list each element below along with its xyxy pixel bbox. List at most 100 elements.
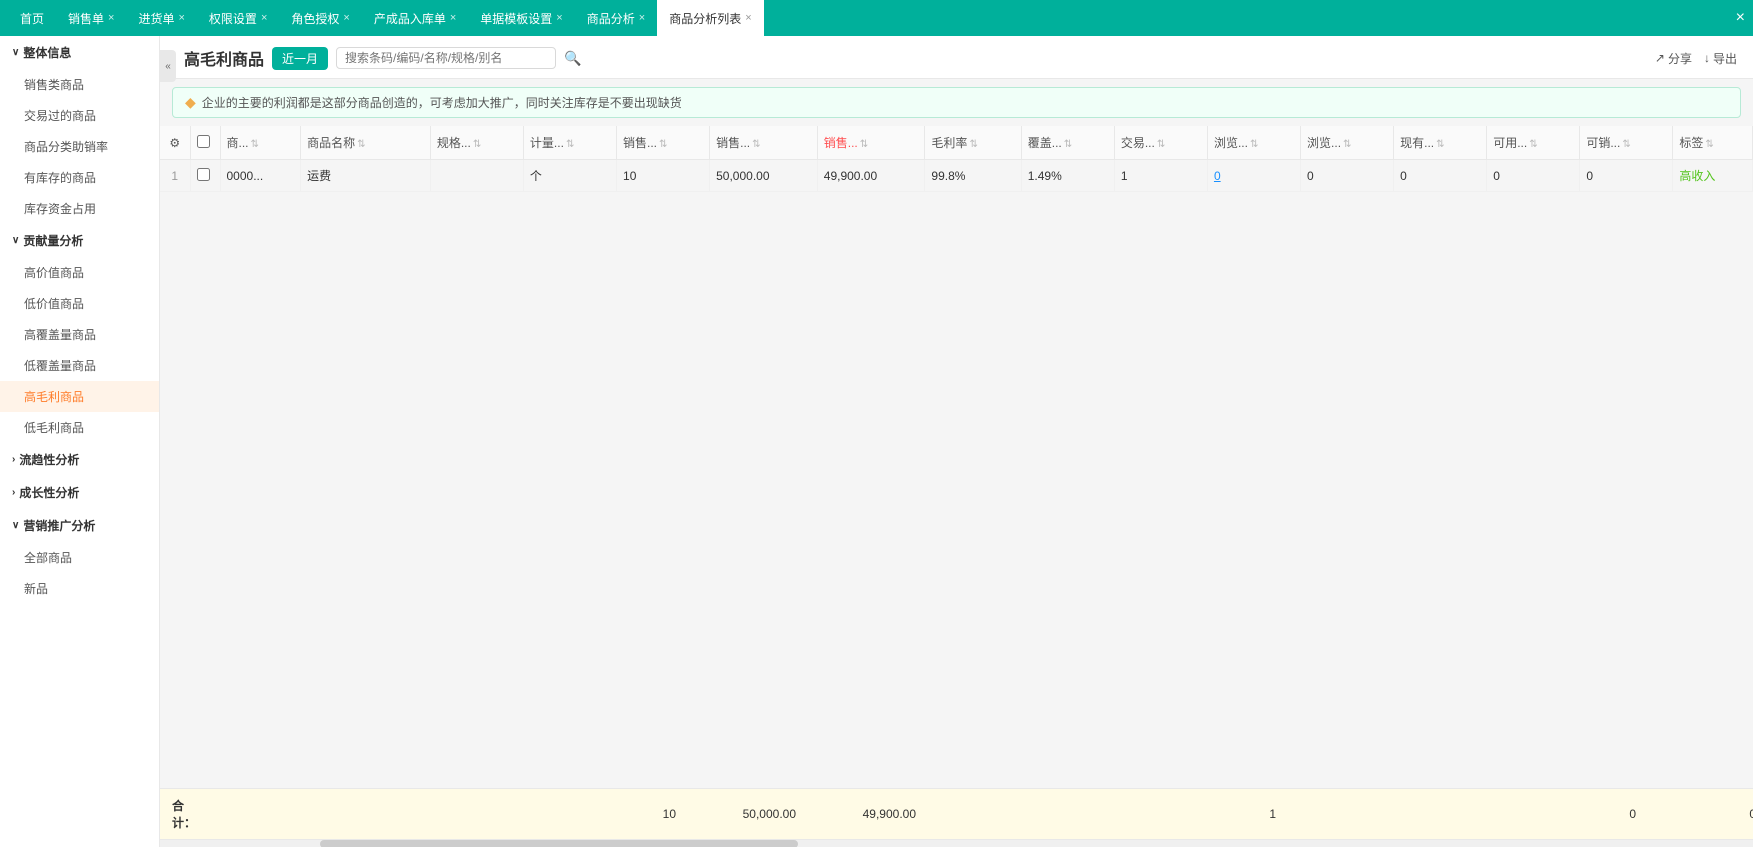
sidebar-item-high-margin[interactable]: 高毛利商品 xyxy=(0,381,159,412)
footer-sales-qty: 10 xyxy=(616,807,676,821)
sidebar-item-high-coverage[interactable]: 高覆盖量商品 xyxy=(0,319,159,350)
row-sales-cost: 49,900.00 xyxy=(817,160,925,192)
page-title: 高毛利商品 xyxy=(184,46,264,70)
col-trade[interactable]: 交易...⇅ xyxy=(1114,126,1207,160)
sidebar-item-low-coverage[interactable]: 低覆盖量商品 xyxy=(0,350,159,381)
col-tag[interactable]: 标签⇅ xyxy=(1673,126,1753,160)
table-header-row: ⚙ 商...⇅ 商品名称⇅ 规格...⇅ 计量...⇅ 销售...⇅ 销售...… xyxy=(160,126,1753,160)
horizontal-scrollbar[interactable] xyxy=(160,839,1753,847)
col-sellable[interactable]: 可销...⇅ xyxy=(1580,126,1673,160)
row-sales-qty: 10 xyxy=(617,160,710,192)
nav-permission-settings[interactable]: 权限设置 × xyxy=(197,0,279,36)
col-view2[interactable]: 浏览...⇅ xyxy=(1301,126,1394,160)
nav-home[interactable]: 首页 xyxy=(8,0,56,36)
arrow-trend: › xyxy=(12,454,15,465)
row-sales-amount: 50,000.00 xyxy=(710,160,818,192)
nav-product-analysis[interactable]: 商品分析 × xyxy=(575,0,657,36)
sidebar-item-stock-capital[interactable]: 库存资金占用 xyxy=(0,193,159,224)
nav-close-analysis-list[interactable]: × xyxy=(745,12,751,24)
footer-sales-cost: 49,900.00 xyxy=(856,807,916,821)
col-current-stock[interactable]: 现有...⇅ xyxy=(1394,126,1487,160)
arrow-growth: › xyxy=(12,487,15,498)
nav-close-template[interactable]: × xyxy=(556,12,562,24)
sidebar-section-growth[interactable]: › 成长性分析 xyxy=(0,476,159,509)
nav-purchase-order[interactable]: 进货单 × xyxy=(126,0,196,36)
sidebar-item-high-value[interactable]: 高价值商品 xyxy=(0,257,159,288)
filter-recent-month-btn[interactable]: 近一月 xyxy=(272,47,328,70)
footer-available: 0 xyxy=(1696,807,1753,821)
sidebar-item-all-goods[interactable]: 全部商品 xyxy=(0,542,159,573)
footer-sales-amount: 50,000.00 xyxy=(736,807,796,821)
row-name: 运费 xyxy=(301,160,431,192)
row-code: 0000... xyxy=(220,160,301,192)
sidebar-item-in-stock[interactable]: 有库存的商品 xyxy=(0,162,159,193)
col-gross-margin[interactable]: 毛利率⇅ xyxy=(925,126,1021,160)
sidebar-collapse-btn[interactable]: « xyxy=(160,50,176,82)
sidebar-section-overall[interactable]: ∨ 整体信息 xyxy=(0,36,159,69)
search-input[interactable] xyxy=(336,47,556,69)
content-area: « 高毛利商品 近一月 🔍 ↗ 分享 ↓ 导出 ◆ 企业的主要的利润都是这部分商… xyxy=(160,36,1753,847)
col-sales-cost[interactable]: 销售...⇅ xyxy=(817,126,925,160)
footer-current-stock: 0 xyxy=(1576,807,1636,821)
table-container[interactable]: ⚙ 商...⇅ 商品名称⇅ 规格...⇅ 计量...⇅ 销售...⇅ 销售...… xyxy=(160,126,1753,788)
row-view1[interactable]: 0 xyxy=(1207,160,1300,192)
nav-close-inbound[interactable]: × xyxy=(450,12,456,24)
sidebar-item-category-rate[interactable]: 商品分类助销率 xyxy=(0,131,159,162)
row-gross-margin: 99.8% xyxy=(925,160,1021,192)
nav-close-purchase[interactable]: × xyxy=(178,12,184,24)
share-button[interactable]: ↗ 分享 xyxy=(1655,50,1692,67)
footer-label: 合计： xyxy=(172,797,196,831)
row-trade: 1 xyxy=(1114,160,1207,192)
sidebar-item-sales-goods[interactable]: 销售类商品 xyxy=(0,69,159,100)
row-view2: 0 xyxy=(1301,160,1394,192)
sidebar-item-low-margin[interactable]: 低毛利商品 xyxy=(0,412,159,443)
col-available[interactable]: 可用...⇅ xyxy=(1487,126,1580,160)
nav-product-inbound[interactable]: 产成品入库单 × xyxy=(362,0,468,36)
info-text: 企业的主要的利润都是这部分商品创造的，可考虑加大推广，同时关注库存是不要出现缺货 xyxy=(202,94,682,111)
top-navigation: 首页 销售单 × 进货单 × 权限设置 × 角色授权 × 产成品入库单 × 单据… xyxy=(0,0,1753,36)
col-coverage[interactable]: 覆盖...⇅ xyxy=(1021,126,1114,160)
row-checkbox[interactable] xyxy=(190,160,220,192)
col-sales-qty[interactable]: 销售...⇅ xyxy=(617,126,710,160)
content-header: 高毛利商品 近一月 🔍 ↗ 分享 ↓ 导出 xyxy=(160,36,1753,79)
nav-close-all[interactable]: × xyxy=(1736,9,1745,27)
table-footer: 合计： 10 50,000.00 49,900.00 1 0 0 xyxy=(160,788,1753,839)
scrollbar-thumb xyxy=(320,840,798,847)
sidebar-section-contribution[interactable]: ∨ 贡献量分析 xyxy=(0,224,159,257)
col-name[interactable]: 商品名称⇅ xyxy=(301,126,431,160)
col-unit[interactable]: 计量...⇅ xyxy=(523,126,616,160)
nav-sales-order[interactable]: 销售单 × xyxy=(56,0,126,36)
nav-role-auth[interactable]: 角色授权 × xyxy=(279,0,361,36)
sidebar-section-trend[interactable]: › 流趋性分析 xyxy=(0,443,159,476)
nav-template-settings[interactable]: 单据模板设置 × xyxy=(468,0,574,36)
sidebar-item-low-value[interactable]: 低价值商品 xyxy=(0,288,159,319)
row-current-stock: 0 xyxy=(1394,160,1487,192)
row-spec xyxy=(430,160,523,192)
nav-close-permission[interactable]: × xyxy=(261,12,267,24)
col-code[interactable]: 商...⇅ xyxy=(220,126,301,160)
info-bar: ◆ 企业的主要的利润都是这部分商品创造的，可考虑加大推广，同时关注库存是不要出现… xyxy=(172,87,1741,118)
sidebar-item-traded-goods[interactable]: 交易过的商品 xyxy=(0,100,159,131)
row-tag: 高收入 xyxy=(1673,160,1753,192)
nav-close-role[interactable]: × xyxy=(343,12,349,24)
row-no: 1 xyxy=(160,160,190,192)
nav-analysis-list[interactable]: 商品分析列表 × xyxy=(657,0,763,36)
sidebar-item-new-goods[interactable]: 新品 xyxy=(0,573,159,604)
row-select-checkbox[interactable] xyxy=(197,168,210,181)
main-layout: ∨ 整体信息 销售类商品 交易过的商品 商品分类助销率 有库存的商品 库存资金占… xyxy=(0,36,1753,847)
select-all-checkbox[interactable] xyxy=(197,135,210,148)
info-icon: ◆ xyxy=(185,94,196,111)
col-checkbox xyxy=(190,126,220,160)
nav-close-sales[interactable]: × xyxy=(108,12,114,24)
sidebar-section-marketing[interactable]: ∨ 营销推广分析 xyxy=(0,509,159,542)
export-button[interactable]: ↓ 导出 xyxy=(1704,50,1737,67)
search-button[interactable]: 🔍 xyxy=(564,50,581,67)
footer-trade: 1 xyxy=(1216,807,1276,821)
col-spec[interactable]: 规格...⇅ xyxy=(430,126,523,160)
row-coverage: 1.49% xyxy=(1021,160,1114,192)
col-view1[interactable]: 浏览...⇅ xyxy=(1207,126,1300,160)
col-settings[interactable]: ⚙ xyxy=(160,126,190,160)
col-sales-amount[interactable]: 销售...⇅ xyxy=(710,126,818,160)
nav-close-analysis[interactable]: × xyxy=(639,12,645,24)
export-icon: ↓ xyxy=(1704,51,1710,65)
